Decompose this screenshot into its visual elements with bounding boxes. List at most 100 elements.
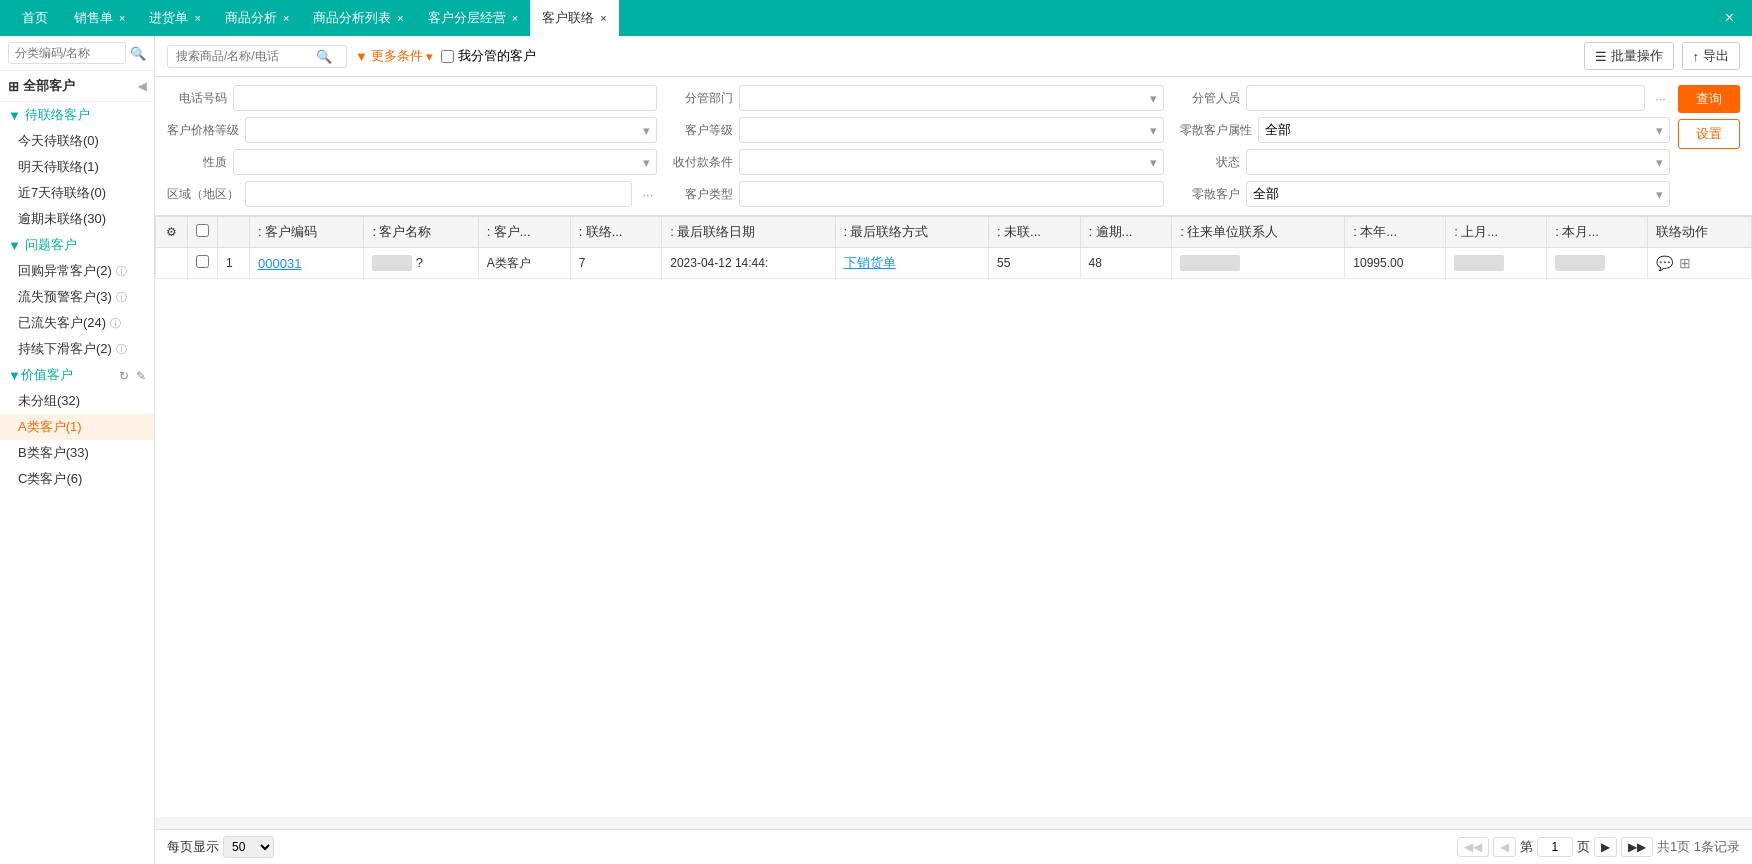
top-nav: 首页 销售单 × 进货单 × 商品分析 × 商品分析列表 × 客户分层经营 × … [0,0,1752,36]
action-icons: 💬 ⊞ [1656,255,1743,271]
td-check[interactable] [188,248,218,279]
retail-attr-select[interactable]: 全部 ▾ [1258,117,1670,143]
close-analysis-list-tab[interactable]: × [397,12,403,24]
manager-input[interactable] [1246,85,1645,111]
sidebar-all-customers[interactable]: ⊞ 全部客户 ◀ [0,71,154,102]
close-all-tabs[interactable]: × [1715,9,1744,27]
th-check[interactable] [188,217,218,248]
sidebar-item-declining[interactable]: 持续下滑客户(2) ⓘ [0,336,154,362]
th-this-month[interactable]: : 本月... [1547,217,1648,248]
sidebar-item-today[interactable]: 今天待联络(0) [0,128,154,154]
td-last-method[interactable]: 下销货单 [835,248,989,279]
adv-field-payment: 收付款条件 ▾ [673,149,1163,175]
export-button[interactable]: ↑ 导出 [1682,42,1741,70]
close-purchase-tab[interactable]: × [194,12,200,24]
manager-dots[interactable]: ··· [1651,91,1670,106]
sidebar-item-class-c[interactable]: C类客户(6) [0,466,154,492]
th-overdue[interactable]: : 逾期... [1080,217,1172,248]
th-unit-contact[interactable]: : 往来单位联系人 [1172,217,1345,248]
sidebar-item-overdue[interactable]: 逾期未联络(30) [0,206,154,232]
sidebar-item-churned[interactable]: 已流失客户(24) ⓘ [0,310,154,336]
region-dots[interactable]: ··· [638,187,657,202]
price-grade-select[interactable]: ▾ [245,117,657,143]
value-refresh-icon[interactable]: ↻ [119,369,129,383]
next-page-btn[interactable]: ▶ [1594,837,1617,857]
grade-arrow: ▾ [1150,123,1157,138]
prev-page-btn[interactable]: ◀ [1493,837,1516,857]
select-all-checkbox[interactable] [196,224,209,237]
filter-search-input[interactable] [176,49,316,63]
th-gear[interactable]: ⚙ [156,217,188,248]
first-page-btn[interactable]: ◀◀ [1457,837,1489,857]
th-not-contact[interactable]: : 未联... [989,217,1081,248]
row-checkbox[interactable] [196,255,209,268]
status-label: 状态 [1180,154,1240,171]
th-action[interactable]: 联络动作 [1648,217,1752,248]
query-button[interactable]: 查询 [1678,85,1740,113]
adv-field-nature: 性质 ▾ [167,149,657,175]
close-analysis-tab[interactable]: × [283,12,289,24]
sidebar-item-unclassified[interactable]: 未分组(32) [0,388,154,414]
th-last-method[interactable]: : 最后联络方式 [835,217,989,248]
chevron-down-icon: ▾ [426,49,433,64]
sidebar-search-wrap: 🔍 [0,36,154,71]
sidebar-item-churn-warn[interactable]: 流失预警客户(3) ⓘ [0,284,154,310]
sidebar-problem-group[interactable]: ▼ 问题客户 [0,232,154,258]
action-qr-icon[interactable]: ⊞ [1679,255,1691,271]
close-customer-seg-tab[interactable]: × [512,12,518,24]
bottom-scroll[interactable] [155,817,1752,829]
sidebar-search-icon[interactable]: 🔍 [130,46,146,61]
region-input[interactable] [245,181,632,207]
dept-select[interactable]: ▾ [739,85,1163,111]
sidebar-item-tomorrow[interactable]: 明天待联络(1) [0,154,154,180]
retail-select[interactable]: 全部 ▾ [1246,181,1670,207]
collapse-sidebar-icon[interactable]: ◀ [138,80,146,93]
per-page-wrap: 每页显示 50 20 100 [167,836,274,858]
th-this-year[interactable]: : 本年... [1345,217,1446,248]
th-code[interactable]: : 客户编码 [250,217,364,248]
nav-tab-customer-contact[interactable]: 客户联络 × [530,0,618,36]
th-last-month[interactable]: : 上月... [1446,217,1547,248]
payment-select[interactable]: ▾ [739,149,1163,175]
nav-tab-analysis-list[interactable]: 商品分析列表 × [301,0,415,36]
nav-tab-sales[interactable]: 销售单 × [62,0,137,36]
cust-type-input[interactable] [739,181,1163,207]
nature-select[interactable]: ▾ [233,149,657,175]
retail-attr-arrow: ▾ [1656,123,1663,138]
th-name[interactable]: : 客户名称 [364,217,478,248]
nav-tab-purchase[interactable]: 进货单 × [137,0,212,36]
settings-button[interactable]: 设置 [1678,119,1740,149]
batch-op-button[interactable]: ☰ 批量操作 [1584,42,1674,70]
sidebar-search-input[interactable] [8,42,126,64]
sidebar-item-week[interactable]: 近7天待联络(0) [0,180,154,206]
th-contact[interactable]: : 联络... [570,217,662,248]
filter-bar: 🔍 ▼ 更多条件 ▾ 我分管的客户 ☰ 批量操作 ↑ 导出 [155,36,1752,77]
filter-icon: ▼ [355,49,368,64]
nav-tab-analysis[interactable]: 商品分析 × [213,0,301,36]
filter-more-btn[interactable]: ▼ 更多条件 ▾ [355,47,433,65]
status-select[interactable]: ▾ [1246,149,1670,175]
per-page-select[interactable]: 50 20 100 [223,836,274,858]
help-icon-churn-warn: ⓘ [116,290,127,305]
sidebar-item-class-a[interactable]: A类客户(1) [0,414,154,440]
th-type[interactable]: : 客户... [478,217,570,248]
value-edit-icon[interactable]: ✎ [136,369,146,383]
last-page-btn[interactable]: ▶▶ [1621,837,1653,857]
action-chat-icon[interactable]: 💬 [1656,255,1673,271]
phone-input[interactable] [233,85,657,111]
close-customer-contact-tab[interactable]: × [600,12,606,24]
sidebar-item-class-b[interactable]: B类客户(33) [0,440,154,466]
td-code[interactable]: 000031 [250,248,364,279]
page-number-input[interactable] [1537,837,1573,857]
filter-search-icon[interactable]: 🔍 [316,49,332,64]
my-customers-checkbox-label[interactable]: 我分管的客户 [441,47,536,65]
close-sales-tab[interactable]: × [119,12,125,24]
th-last-date[interactable]: : 最后联络日期 [662,217,835,248]
grade-select[interactable]: ▾ [739,117,1163,143]
nav-home[interactable]: 首页 [8,0,62,36]
my-customers-checkbox[interactable] [441,50,454,63]
sidebar-value-group[interactable]: ▼ 价值客户 ↻ ✎ [0,362,154,388]
sidebar-item-abnormal[interactable]: 回购异常客户(2) ⓘ [0,258,154,284]
nav-tab-customer-seg[interactable]: 客户分层经营 × [416,0,530,36]
sidebar-pending-group[interactable]: ▼ 待联络客户 [0,102,154,128]
